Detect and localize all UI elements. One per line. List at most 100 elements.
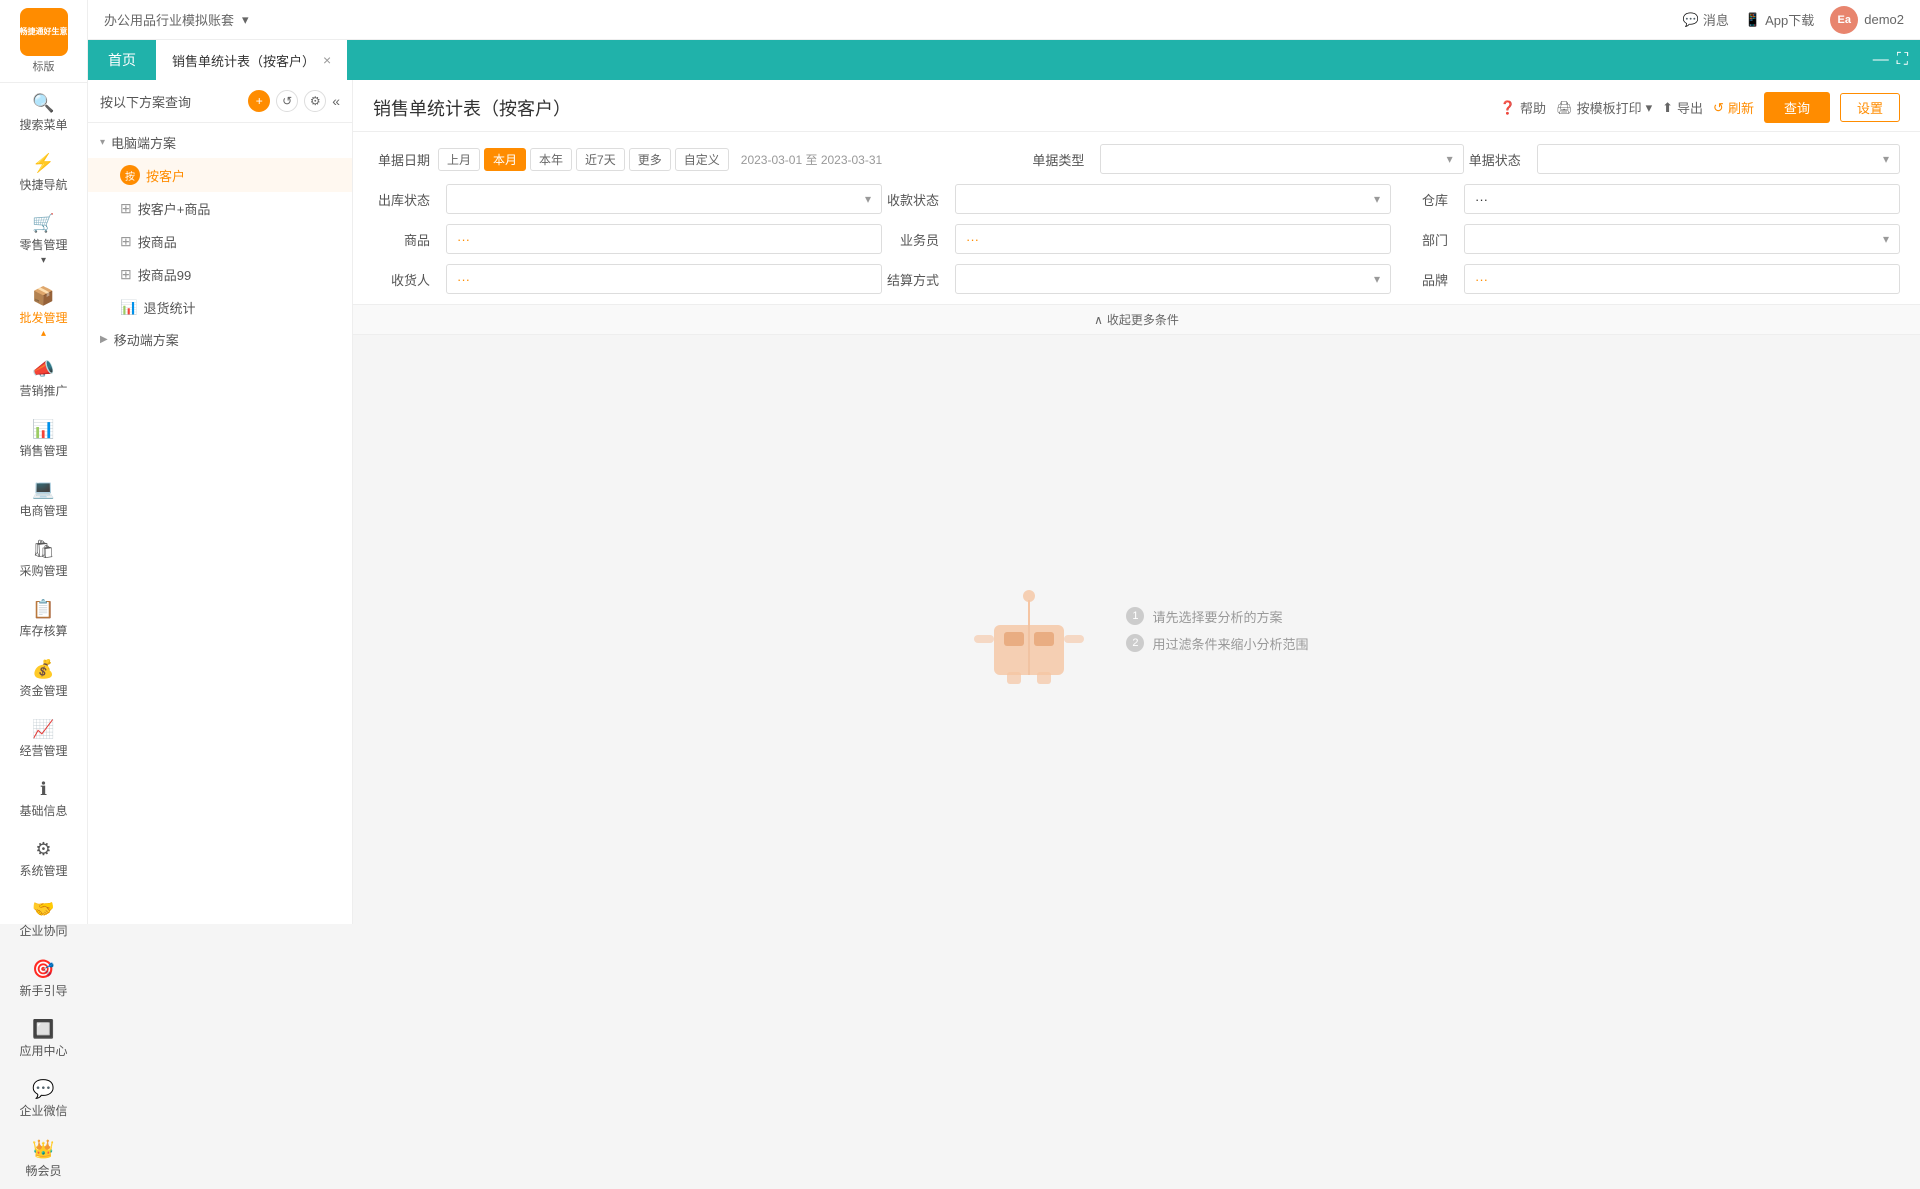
system-icon: ⚙ [35,839,51,860]
tree-item-by-customer[interactable]: 按 按客户 [88,158,352,192]
sidebar-item-purchase[interactable]: 🛍 采购管理 [0,529,87,589]
user-menu[interactable]: Ea demo2 [1830,6,1904,34]
settings-button[interactable]: 设置 [1840,93,1900,122]
warehouse-dots: ··· [1475,192,1488,207]
filter-collect-status-col: 收款状态 ▾ [882,184,1391,214]
export-button[interactable]: ⬆ 导出 [1662,98,1703,117]
basicinfo-icon: ℹ [40,779,47,800]
tab-minimize-button[interactable]: — [1873,51,1889,69]
bill-status-label: 单据状态 [1464,150,1529,169]
collect-status-select[interactable]: ▾ [955,184,1391,214]
topbar-dropdown-icon[interactable]: ▾ [242,12,249,28]
out-status-select[interactable]: ▾ [446,184,882,214]
collapse-panel-button[interactable]: « [332,93,340,109]
sidebar-item-sales[interactable]: 📊 销售管理 [0,409,87,469]
date-btn-7days[interactable]: 近7天 [576,148,625,171]
empty-illustration [964,565,1094,695]
hint-text-2: 用过滤条件来缩小分析范围 [1152,634,1308,653]
filter-dept-col: 部门 ▾ [1391,224,1900,254]
desktop-group-arrow: ▾ [100,137,105,148]
sidebar-item-member[interactable]: 👑 畅会员 [0,1129,87,1189]
date-btn-more[interactable]: 更多 [629,148,671,171]
sidebar-item-retail[interactable]: 🛒 零售管理 ▾ [0,203,87,276]
settlement-select[interactable]: ▾ [955,264,1391,294]
filter-receiver-col: 收货人 ··· [373,264,882,294]
dept-select[interactable]: ▾ [1464,224,1900,254]
collapse-bar[interactable]: ∧ 收起更多条件 [353,304,1920,334]
sidebar-item-quick-nav[interactable]: ⚡ 快捷导航 [0,143,87,203]
message-button[interactable]: 💬 消息 [1683,10,1729,29]
print-label: 按模板打印 [1577,98,1642,117]
sidebar-item-inventory[interactable]: 📋 库存核算 [0,589,87,649]
sidebar-item-newbie[interactable]: 🎯 新手引导 [0,949,87,1009]
query-button[interactable]: 查询 [1764,92,1830,123]
tab-home[interactable]: 首页 [88,40,156,80]
tree-group-mobile-header[interactable]: ▶ 移动端方案 [88,324,352,355]
product-select[interactable]: ··· [446,224,882,254]
main-area: 办公用品行业模拟账套 ▾ 💬 消息 📱 App下载 Ea demo2 首页 [88,0,1920,924]
filter-settlement-col: 结算方式 ▾ [882,264,1391,294]
left-panel: 按以下方案查询 + ↺ ⚙ « ▾ 电脑端方案 按 按客户 [88,80,353,924]
sidebar-item-search-menu[interactable]: 🔍 搜索菜单 [0,83,87,143]
logo-subtitle: 标版 [33,58,55,74]
tree-item-by-product-99[interactable]: ⊞ 按商品99 [88,258,352,291]
sidebar-item-finance[interactable]: 💰 资金管理 [0,649,87,709]
tree-item-by-product[interactable]: ⊞ 按商品 [88,225,352,258]
mobile-group-label: 移动端方案 [114,330,179,349]
date-btn-custom[interactable]: 自定义 [675,148,729,171]
sidebar-item-basicinfo[interactable]: ℹ 基础信息 [0,769,87,829]
sidebar-item-ecom[interactable]: 💻 电商管理 [0,469,87,529]
tab-active[interactable]: 销售单统计表（按客户） × [156,40,347,80]
date-btn-this-month[interactable]: 本月 [484,148,526,171]
date-btn-this-year[interactable]: 本年 [530,148,572,171]
ecom-icon: 💻 [32,479,54,500]
inventory-icon: 📋 [32,599,54,620]
dept-chevron-icon: ▾ [1883,232,1889,246]
date-btn-last-month[interactable]: 上月 [438,148,480,171]
tree-group-desktop-header[interactable]: ▾ 电脑端方案 [88,127,352,158]
sidebar-item-label-ew: 企业微信 [19,1102,67,1119]
app-download-button[interactable]: 📱 App下载 [1745,10,1814,29]
refresh-icon: ↺ [1713,100,1724,116]
sidebar-item-appcenter[interactable]: 🔲 应用中心 [0,1009,87,1069]
bill-type-select[interactable]: ▾ [1100,144,1463,174]
sidebar-item-enterprise-wechat[interactable]: 💬 企业微信 [0,1069,87,1129]
date-range-display: 2023-03-01 至 2023-03-31 [741,151,882,168]
retail-arrow-icon: ▾ [41,255,46,266]
empty-state-container: 1 请先选择要分析的方案 2 用过滤条件来缩小分析范围 [964,565,1308,695]
sidebar-item-marketing[interactable]: 📣 营销推广 [0,349,87,409]
sidebar-item-system[interactable]: ⚙ 系统管理 [0,829,87,889]
app-title: 办公用品行业模拟账套 [104,10,234,29]
tab-close-button[interactable]: × [323,52,331,68]
add-scheme-button[interactable]: + [248,90,270,112]
tree-item-return-stats[interactable]: 📊 退货统计 [88,291,352,324]
warehouse-select[interactable]: ··· [1464,184,1900,214]
tree-item-by-customer-label: 按客户 [146,166,185,185]
filter-salesperson-col: 业务员 ··· [882,224,1391,254]
brand-select[interactable]: ··· [1464,264,1900,294]
collect-status-chevron-icon: ▾ [1374,192,1380,206]
retail-icon: 🛒 [32,213,54,234]
refresh-label: 刷新 [1728,98,1754,117]
app-download-label: App下载 [1765,10,1814,29]
print-button[interactable]: 🖨 按模板打印 ▾ [1556,98,1652,117]
receiver-select[interactable]: ··· [446,264,882,294]
refresh-scheme-button[interactable]: ↺ [276,90,298,112]
bill-status-select[interactable]: ▾ [1537,144,1900,174]
sidebar-item-wholesale[interactable]: 📦 批发管理 ▴ [0,276,87,349]
refresh-button[interactable]: ↺ 刷新 [1713,98,1754,117]
logo-icon: 畅捷通好生意 [20,8,68,56]
left-panel-header: 按以下方案查询 + ↺ ⚙ « [88,80,352,123]
tab-maximize-button[interactable]: ⛶ [1897,51,1908,69]
help-label: 帮助 [1520,98,1546,117]
tree-item-by-customer-product[interactable]: ⊞ 按客户+商品 [88,192,352,225]
sidebar-item-business[interactable]: 📈 经营管理 [0,709,87,769]
main-content: 1 请先选择要分析的方案 2 用过滤条件来缩小分析范围 [353,335,1920,924]
help-button[interactable]: ❓ 帮助 [1500,98,1546,117]
brand-label: 品牌 [1391,270,1456,289]
settings-scheme-button[interactable]: ⚙ [304,90,326,112]
sidebar-item-enterprise[interactable]: 🤝 企业协同 [0,889,87,949]
tree-group-desktop: ▾ 电脑端方案 按 按客户 ⊞ 按客户+商品 ⊞ 按商品 [88,127,352,324]
topbar-right: 💬 消息 📱 App下载 Ea demo2 [1683,6,1904,34]
salesperson-select[interactable]: ··· [955,224,1391,254]
